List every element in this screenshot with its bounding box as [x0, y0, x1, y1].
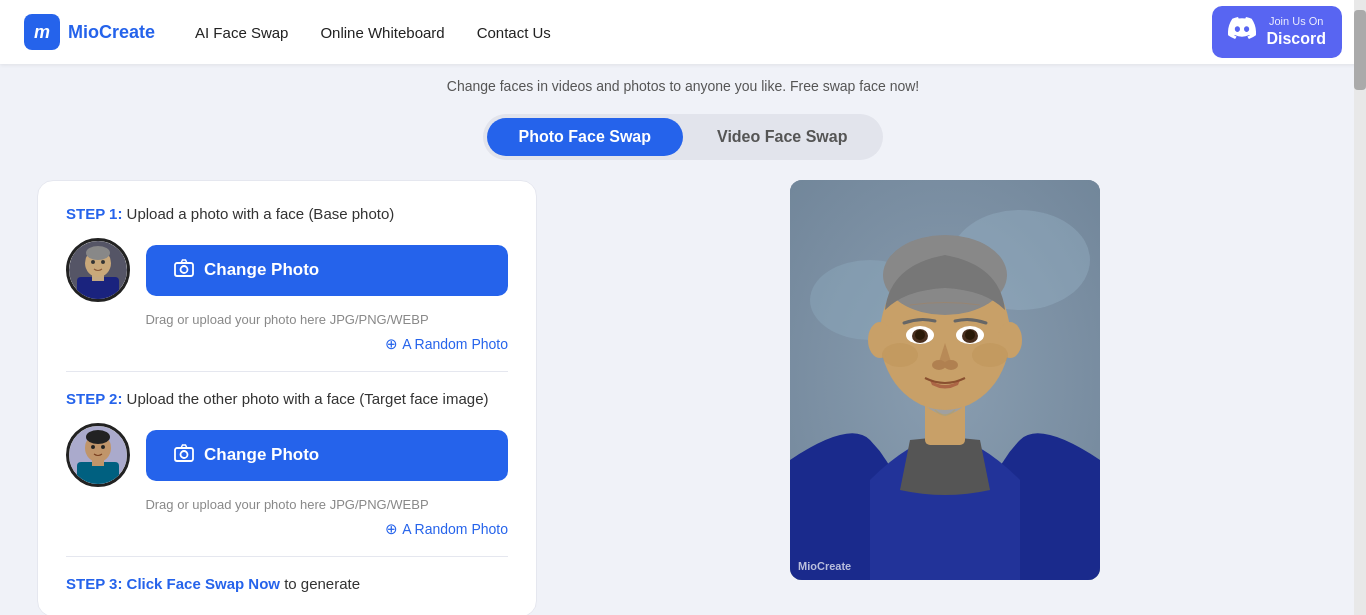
svg-point-30 — [965, 330, 975, 340]
step2-change-photo-button[interactable]: Change Photo — [146, 430, 508, 481]
svg-rect-16 — [175, 448, 193, 461]
nav-ai-face-swap[interactable]: AI Face Swap — [195, 24, 288, 41]
svg-point-14 — [91, 445, 95, 449]
scrollbar-thumb[interactable] — [1354, 10, 1366, 90]
discord-text: Join Us On Discord — [1266, 14, 1326, 49]
main-content: STEP 1: Upload a photo with a face (Base… — [13, 180, 1353, 615]
discord-button[interactable]: Join Us On Discord — [1212, 6, 1342, 57]
step1-header: STEP 1: Upload a photo with a face (Base… — [66, 205, 508, 222]
preview-image: MioCreate — [790, 180, 1100, 580]
divider-1 — [66, 371, 508, 372]
svg-point-6 — [101, 260, 105, 264]
toggle-pill: Photo Face Swap Video Face Swap — [483, 114, 884, 160]
step2-avatar — [66, 423, 130, 487]
step1-drag-hint: Drag or upload your photo here JPG/PNG/W… — [66, 312, 508, 327]
nav-links: AI Face Swap Online Whiteboard Contact U… — [195, 24, 1212, 41]
preview-watermark: MioCreate — [798, 560, 851, 572]
scrollbar[interactable] — [1354, 0, 1366, 615]
logo-text: MioCreate — [68, 22, 155, 43]
step2-drag-hint: Drag or upload your photo here JPG/PNG/W… — [66, 497, 508, 512]
svg-point-8 — [181, 266, 188, 273]
step2-upload-row: Change Photo — [66, 423, 508, 487]
step3-header: STEP 3: Click Face Swap Now to generate — [66, 575, 508, 592]
step1-random-link[interactable]: ⊕ A Random Photo — [66, 335, 508, 353]
svg-point-4 — [86, 246, 110, 260]
plus-circle-icon-2: ⊕ — [385, 520, 398, 538]
svg-point-15 — [101, 445, 105, 449]
camera-icon-1 — [174, 259, 194, 282]
svg-point-29 — [915, 330, 925, 340]
svg-point-32 — [944, 360, 958, 370]
logo[interactable]: m MioCreate — [24, 14, 155, 50]
step2-section: STEP 2: Upload the other photo with a fa… — [66, 390, 508, 538]
nav-contact-us[interactable]: Contact Us — [477, 24, 551, 41]
camera-icon-2 — [174, 444, 194, 467]
svg-rect-7 — [175, 263, 193, 276]
svg-point-36 — [972, 343, 1008, 367]
svg-point-5 — [91, 260, 95, 264]
step3-section: STEP 3: Click Face Swap Now to generate — [66, 575, 508, 592]
svg-point-13 — [86, 430, 110, 444]
step2-header: STEP 2: Upload the other photo with a fa… — [66, 390, 508, 407]
step1-section: STEP 1: Upload a photo with a face (Base… — [66, 205, 508, 353]
nav-online-whiteboard[interactable]: Online Whiteboard — [320, 24, 444, 41]
svg-point-35 — [882, 343, 918, 367]
logo-icon: m — [24, 14, 60, 50]
discord-icon — [1228, 17, 1256, 47]
tab-video-face-swap[interactable]: Video Face Swap — [685, 118, 879, 156]
plus-circle-icon-1: ⊕ — [385, 335, 398, 353]
svg-point-17 — [181, 451, 188, 458]
step1-upload-row: Change Photo — [66, 238, 508, 302]
navbar: m MioCreate AI Face Swap Online Whiteboa… — [0, 0, 1366, 64]
right-panel: MioCreate — [561, 180, 1329, 615]
tab-photo-face-swap[interactable]: Photo Face Swap — [487, 118, 683, 156]
svg-point-31 — [932, 360, 946, 370]
subtitle: Change faces in videos and photos to any… — [0, 64, 1366, 104]
step2-random-link[interactable]: ⊕ A Random Photo — [66, 520, 508, 538]
step1-avatar — [66, 238, 130, 302]
tab-toggle: Photo Face Swap Video Face Swap — [0, 114, 1366, 160]
step1-change-photo-button[interactable]: Change Photo — [146, 245, 508, 296]
left-panel: STEP 1: Upload a photo with a face (Base… — [37, 180, 537, 615]
divider-2 — [66, 556, 508, 557]
